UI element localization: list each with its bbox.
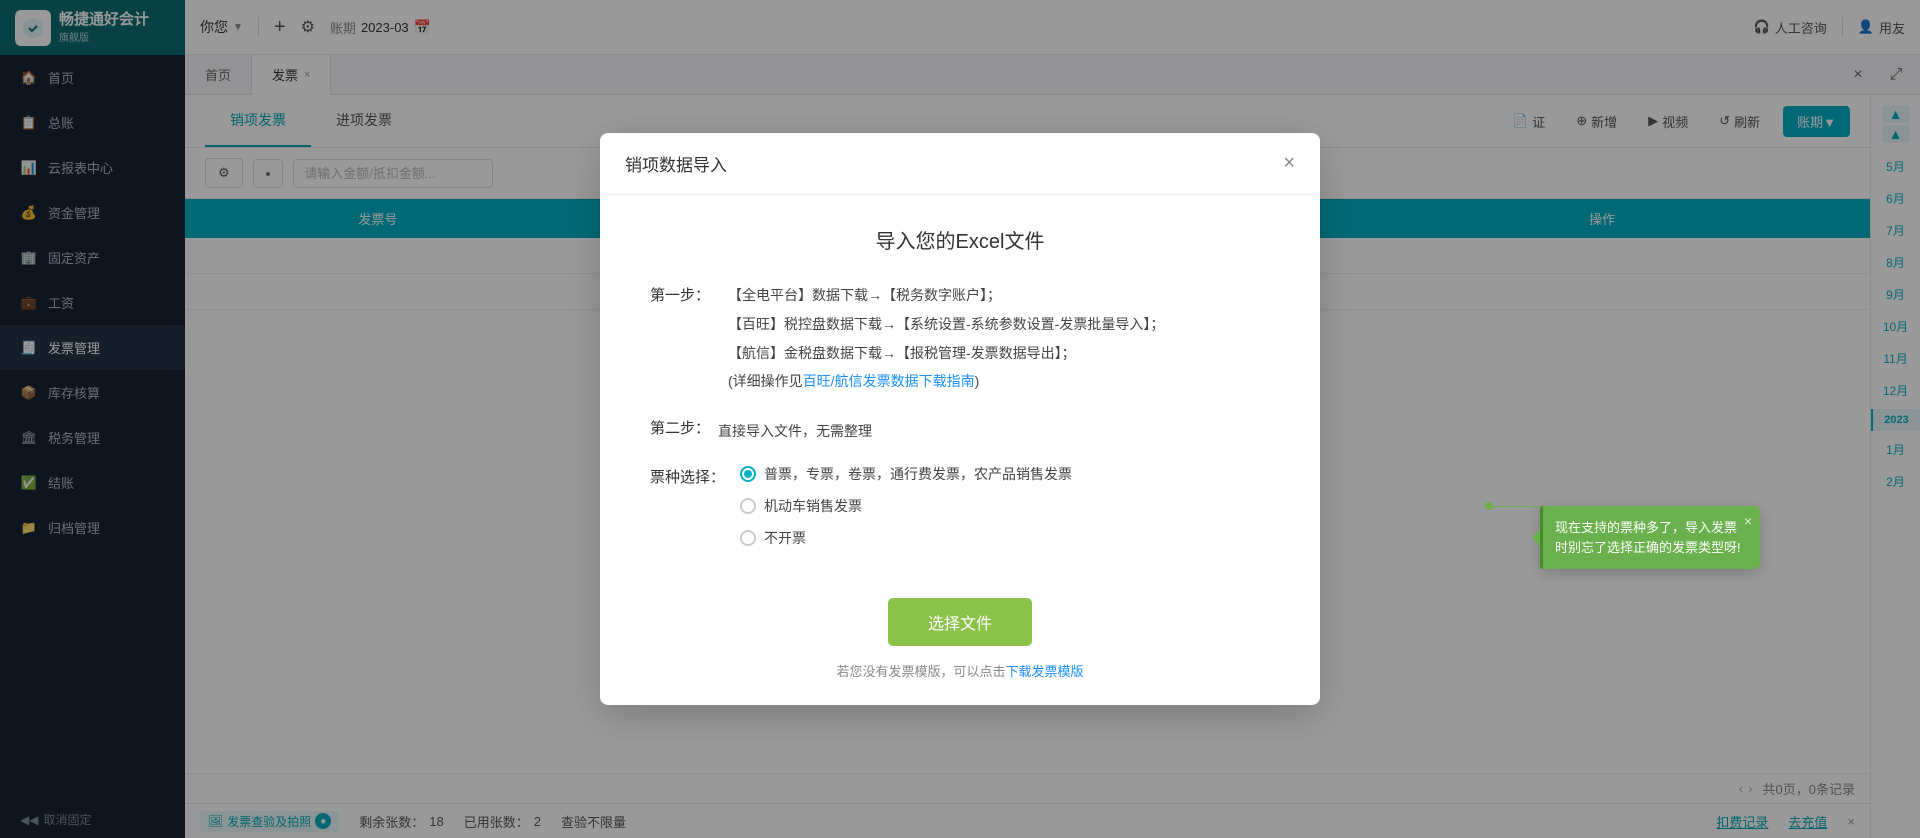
download-template-link[interactable]: 下载发票模版 [1006, 664, 1084, 679]
step-2-label: 第二步： [650, 417, 710, 438]
modal-title: 销项数据导入 [625, 151, 727, 176]
radio-option-3[interactable]: 不开票 [740, 528, 1072, 548]
radio-group: 普票，专票，卷票，通行费发票，农产品销售发票 机动车销售发票 不开票 [740, 464, 1072, 548]
tooltip-line [1490, 506, 1540, 507]
step-1-line-3: 【航信】金税盘数据下载→【报税管理-发票数据导出】； [728, 342, 1164, 366]
radio-3-circle [740, 530, 756, 546]
step-2-section: 第二步： 直接导入文件，无需整理 [650, 417, 1270, 446]
radio-option-2[interactable]: 机动车销售发票 [740, 496, 1072, 516]
modal-footer-note: 若您没有发票模版，可以点击下载发票模版 [650, 661, 1270, 680]
modal-footer: 选择文件 若您没有发票模版，可以点击下载发票模版 [600, 583, 1320, 705]
modal-body: 导入您的Excel文件 第一步： 【全电平台】数据下载→【税务数字账户】； 【百… [600, 195, 1320, 583]
modal-close-btn[interactable]: × [1283, 152, 1295, 175]
tooltip-text: 现在支持的票种多了，导入发票时别忘了选择正确的发票类型呀! [1555, 520, 1741, 555]
step-1-link-suffix: ) [975, 373, 980, 389]
modal-main-title: 导入您的Excel文件 [650, 225, 1270, 254]
radio-1-dot [744, 470, 752, 478]
ticket-select-label: 票种选择： [650, 464, 725, 487]
tooltip-close-btn[interactable]: × [1744, 511, 1752, 532]
step-1-line-1: 【全电平台】数据下载→【税务数字账户】； [728, 284, 1164, 308]
ticket-select-section: 票种选择： 普票，专票，卷票，通行费发票，农产品销售发票 机动车销售发票 [650, 464, 1270, 548]
radio-2-circle [740, 498, 756, 514]
download-guide-link[interactable]: 百旺/航信发票数据下载指南 [803, 373, 975, 389]
step-1-line-2: 【百旺】税控盘数据下载→【系统设置-系统参数设置-发票批量导入】； [728, 313, 1164, 337]
step-1-section: 第一步： 【全电平台】数据下载→【税务数字账户】； 【百旺】税控盘数据下载→【系… [650, 284, 1270, 399]
select-file-btn[interactable]: 选择文件 [888, 598, 1032, 646]
radio-1-circle [740, 466, 756, 482]
step-1-link-prefix: (详细操作见 [728, 373, 803, 389]
modal: 销项数据导入 × 导入您的Excel文件 第一步： 【全电平台】数据下载→【税务… [600, 133, 1320, 705]
tooltip-popup: × 现在支持的票种多了，导入发票时别忘了选择正确的发票类型呀! [1540, 506, 1760, 569]
modal-header: 销项数据导入 × [600, 133, 1320, 195]
radio-option-1[interactable]: 普票，专票，卷票，通行费发票，农产品销售发票 [740, 464, 1072, 484]
step-1-content: 【全电平台】数据下载→【税务数字账户】； 【百旺】税控盘数据下载→【系统设置-系… [718, 284, 1164, 399]
step-1-link-line: (详细操作见百旺/航信发票数据下载指南) [728, 370, 1164, 394]
footer-note-prefix: 若您没有发票模版，可以点击 [836, 664, 1005, 679]
step-1-label: 第一步： [650, 284, 710, 305]
tooltip-left-bar [1540, 506, 1543, 569]
step-2-text: 直接导入文件，无需整理 [718, 420, 872, 444]
tooltip-dot [1485, 502, 1493, 510]
modal-overlay: 销项数据导入 × 导入您的Excel文件 第一步： 【全电平台】数据下载→【税务… [0, 0, 1920, 838]
